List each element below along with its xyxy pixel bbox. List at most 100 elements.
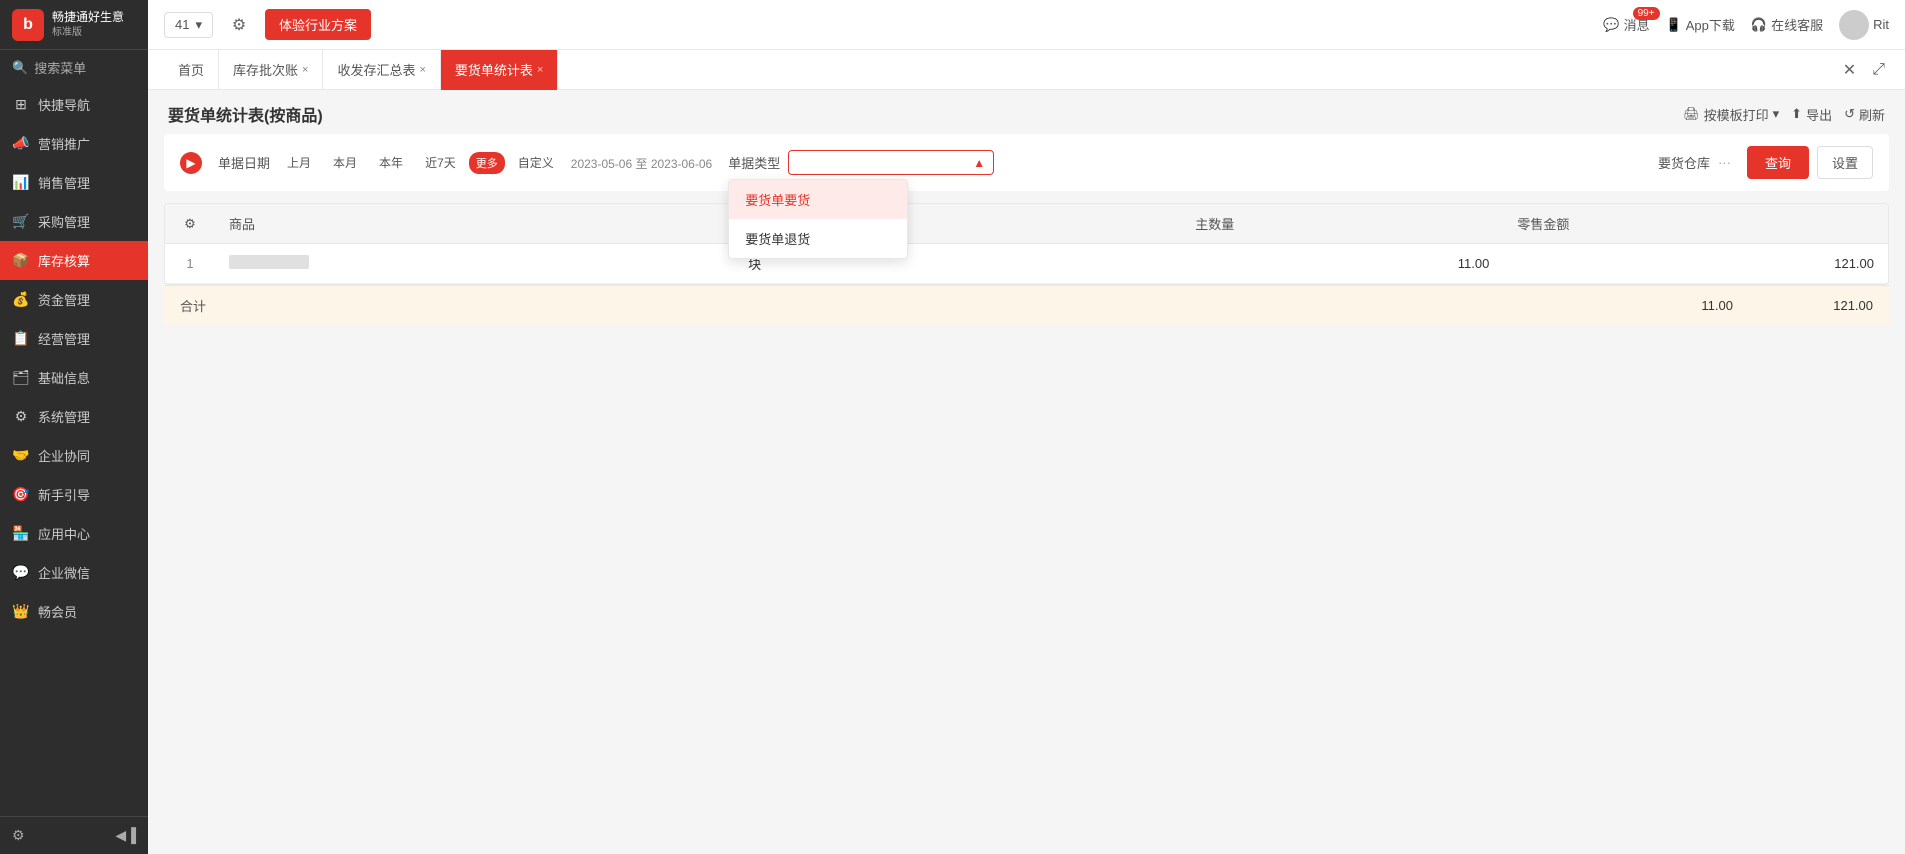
date-more-badge[interactable]: 更多	[469, 152, 505, 174]
avatar	[1839, 10, 1869, 40]
user-profile[interactable]: Rit	[1839, 10, 1889, 40]
col-qty: 主数量	[1181, 204, 1503, 244]
printer-icon: 🖨	[1683, 106, 1700, 122]
settings-button[interactable]: 设置	[1817, 146, 1873, 179]
header-left: 41 ▾ ⚙ 体验行业方案	[164, 9, 371, 40]
export-button[interactable]: ⬆ 导出	[1791, 105, 1832, 124]
tab-close-inventory-batch[interactable]: ×	[302, 64, 308, 76]
warehouse-more-icon[interactable]: ···	[1718, 155, 1731, 170]
industry-button[interactable]: 体验行业方案	[265, 9, 371, 40]
appstore-icon: 🏪	[12, 525, 30, 542]
marketing-icon: 📣	[12, 135, 30, 152]
sales-icon: 📊	[12, 174, 30, 191]
search-button[interactable]: 查询	[1747, 146, 1809, 179]
type-input-wrapper: ▲	[788, 150, 994, 175]
finance-icon: 💰	[12, 291, 30, 308]
sidebar-item-basic[interactable]: 🗂 基础信息	[0, 358, 148, 397]
chevron-down-icon: ▾	[195, 17, 202, 33]
export-icon: ⬆	[1791, 106, 1802, 122]
tab-close-receivable-summary[interactable]: ×	[419, 64, 425, 76]
dropdown-item-order-return[interactable]: 要货单退货	[729, 219, 907, 258]
total-qty: 11.00	[1613, 298, 1733, 313]
date-last-month[interactable]: 上月	[278, 150, 320, 175]
sidebar-item-sales[interactable]: 📊 销售管理	[0, 163, 148, 202]
date-last-7-days[interactable]: 近7天	[416, 150, 465, 175]
sidebar-item-collab[interactable]: 🤝 企业协同	[0, 436, 148, 475]
table-footer: 合计 11.00 121.00	[164, 285, 1889, 325]
sidebar-logo: b 畅捷通好生意 标准版	[0, 0, 148, 50]
date-label: 单据日期	[218, 153, 270, 172]
search-icon: 🔍	[12, 60, 28, 76]
sidebar-item-member[interactable]: 👑 畅会员	[0, 592, 148, 631]
collapse-icon[interactable]: ◀▐	[115, 827, 136, 844]
inventory-icon: 📦	[12, 252, 30, 269]
settings-icon[interactable]: ⚙	[12, 827, 25, 844]
messages-button[interactable]: 💬 消息 99+	[1603, 15, 1649, 34]
sidebar-nav: ⊞ 快捷导航 📣 营销推广 📊 销售管理 🛒 采购管理 📦 库存核算 💰 资金管…	[0, 85, 148, 816]
sidebar: b 畅捷通好生意 标准版 🔍 搜索菜单 ⊞ 快捷导航 📣 营销推广 📊 销售管理…	[0, 0, 148, 854]
tab-inventory-batch[interactable]: 库存批次账 ×	[219, 50, 323, 90]
total-amount: 121.00	[1753, 298, 1873, 313]
tab-expand-button[interactable]: ⤢	[1868, 61, 1889, 79]
tab-order-stats[interactable]: 要货单统计表 ×	[441, 50, 558, 90]
user-name: Rit	[1873, 17, 1889, 32]
date-this-year[interactable]: 本年	[370, 150, 412, 175]
company-selector[interactable]: 41 ▾	[164, 12, 213, 38]
dropdown-item-order-goods[interactable]: 要货单要货	[729, 180, 907, 219]
page-title: 要货单统计表(按商品)	[168, 102, 323, 126]
messages-badge: 99+	[1633, 7, 1660, 20]
sidebar-item-system[interactable]: ⚙ 系统管理	[0, 397, 148, 436]
tab-receivable-summary[interactable]: 收发存汇总表 ×	[323, 50, 440, 90]
date-filter-group: 单据日期 上月 本月 本年 近7天 更多 自定义 2023-05-06 至 20…	[218, 150, 712, 175]
filter-expand-button[interactable]: ▶	[180, 152, 202, 174]
refresh-icon: ↺	[1844, 106, 1855, 122]
sidebar-item-wechat[interactable]: 💬 企业微信	[0, 553, 148, 592]
sidebar-search[interactable]: 🔍 搜索菜单	[0, 50, 148, 85]
sidebar-item-marketing[interactable]: 📣 营销推广	[0, 124, 148, 163]
table-settings-col[interactable]: ⚙	[165, 204, 215, 244]
collab-icon: 🤝	[12, 447, 30, 464]
warehouse-label: 要货仓库	[1658, 153, 1710, 172]
date-this-month[interactable]: 本月	[324, 150, 366, 175]
header-right: 💬 消息 99+ 📱 App下载 🎧 在线客服 Rit	[1603, 10, 1889, 40]
table-row: 1 块 11.00 121.00	[165, 244, 1888, 284]
tab-close-all-button[interactable]: ✕	[1839, 60, 1860, 80]
print-button[interactable]: 🖨 按模板打印 ▾	[1683, 105, 1779, 124]
date-quick-buttons: 上月 本月 本年 近7天 更多 自定义	[278, 150, 563, 175]
header-gear-button[interactable]: ⚙	[225, 11, 253, 39]
top-header: 41 ▾ ⚙ 体验行业方案 💬 消息 99+ 📱 App下载 🎧 在线客服	[148, 0, 1905, 50]
type-label: 单据类型	[728, 153, 780, 172]
data-table: ⚙ 商品 主计量单位 主数量 零售金额	[165, 204, 1888, 284]
purchase-icon: 🛒	[12, 213, 30, 230]
type-chevron-icon[interactable]: ▲	[973, 156, 985, 170]
sidebar-item-business[interactable]: 📋 经营管理	[0, 319, 148, 358]
quick-nav-icon: ⊞	[12, 96, 30, 113]
online-service-button[interactable]: 🎧 在线客服	[1751, 15, 1823, 34]
member-icon: 👑	[12, 603, 30, 620]
tab-bar: 首页 库存批次账 × 收发存汇总表 × 要货单统计表 × ✕ ⤢	[148, 50, 1905, 90]
sidebar-item-purchase[interactable]: 🛒 采购管理	[0, 202, 148, 241]
data-table-container: ⚙ 商品 主计量单位 主数量 零售金额	[164, 203, 1889, 285]
sidebar-item-finance[interactable]: 💰 资金管理	[0, 280, 148, 319]
total-label: 合计	[180, 296, 206, 315]
type-filter-field: 单据类型 ▲ 要货单要货 要货单退货	[728, 150, 994, 175]
page-content: 要货单统计表(按商品) 🖨 按模板打印 ▾ ⬆ 导出 ↺ 刷新 ▶	[148, 90, 1905, 854]
tab-home[interactable]: 首页	[164, 50, 219, 90]
col-amount: 零售金额	[1503, 204, 1888, 244]
sidebar-item-quick-nav[interactable]: ⊞ 快捷导航	[0, 85, 148, 124]
app-download-button[interactable]: 📱 App下载	[1666, 15, 1735, 34]
refresh-button[interactable]: ↺ 刷新	[1844, 105, 1885, 124]
logo-icon: b	[12, 9, 44, 41]
date-custom[interactable]: 自定义	[509, 150, 563, 175]
page-header: 要货单统计表(按商品) 🖨 按模板打印 ▾ ⬆ 导出 ↺ 刷新	[148, 90, 1905, 134]
tab-close-order-stats[interactable]: ×	[537, 64, 543, 76]
sidebar-item-guide[interactable]: 🎯 新手引导	[0, 475, 148, 514]
type-input[interactable]	[797, 155, 973, 170]
sidebar-item-appstore[interactable]: 🏪 应用中心	[0, 514, 148, 553]
sidebar-bottom: ⚙ ◀▐	[0, 816, 148, 854]
company-name: 41	[175, 17, 189, 32]
logo-text: 畅捷通好生意 标准版	[52, 10, 124, 39]
page-actions: 🖨 按模板打印 ▾ ⬆ 导出 ↺ 刷新	[1683, 105, 1885, 124]
sidebar-item-inventory[interactable]: 📦 库存核算	[0, 241, 148, 280]
cell-seq: 1	[165, 244, 215, 284]
